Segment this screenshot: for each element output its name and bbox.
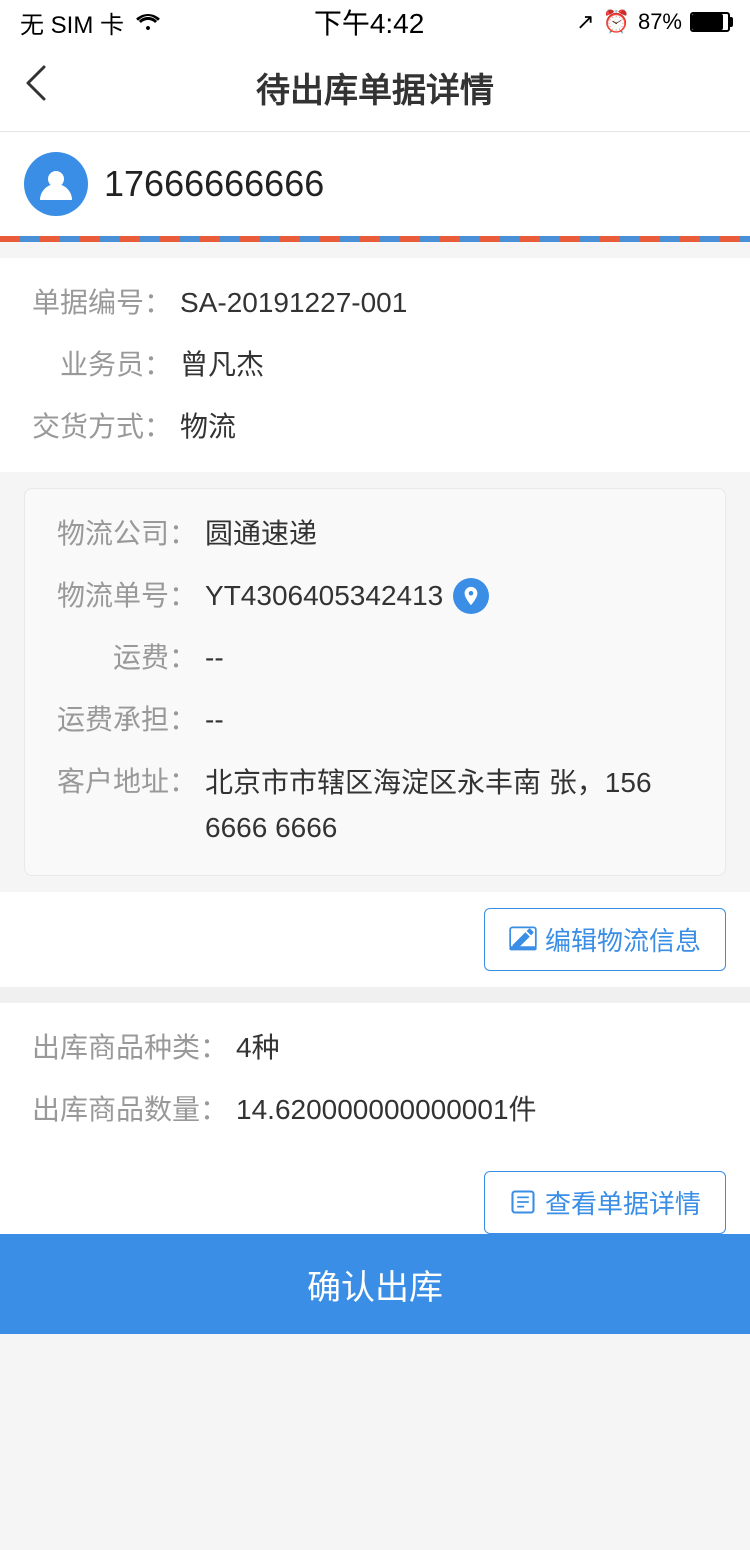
logistics-card: 物流公司： 圆通速递 物流单号： YT4306405342413 运费： -- …	[24, 488, 726, 876]
carrier-text: 无 SIM 卡	[20, 5, 124, 40]
edit-logistics-label: 编辑物流信息	[545, 921, 701, 958]
tracking-map-icon[interactable]	[453, 578, 489, 614]
freight-value: --	[205, 637, 693, 679]
freight-bearer-label: 运费承担：	[57, 699, 197, 741]
nav-bar: 待出库单据详情	[0, 44, 750, 132]
delivery-method-row: 交货方式： 物流	[32, 406, 718, 448]
time-text: 下午4:42	[314, 2, 425, 42]
back-button[interactable]	[24, 63, 48, 112]
sales-person-label: 业务员：	[32, 344, 172, 386]
status-bar: 无 SIM 卡 下午4:42 ↗ ⏰ 87%	[0, 0, 750, 44]
view-detail-button[interactable]: 查看单据详情	[484, 1171, 726, 1234]
edit-logistics-button[interactable]: 编辑物流信息	[484, 908, 726, 971]
status-right: ↗ ⏰ 87%	[576, 9, 730, 35]
address-label: 客户地址：	[57, 761, 197, 803]
sales-person-value: 曾凡杰	[180, 344, 718, 386]
goods-category-row: 出库商品种类： 4种	[32, 1027, 718, 1069]
battery-text: 87%	[638, 9, 682, 35]
tracking-no-value: YT4306405342413	[205, 575, 693, 617]
goods-quantity-value: 14.620000000000001件	[236, 1089, 537, 1131]
logistics-company-label: 物流公司：	[57, 513, 197, 555]
goods-section: 出库商品种类： 4种 出库商品数量： 14.620000000000001件	[0, 1003, 750, 1155]
view-detail-label: 查看单据详情	[545, 1184, 701, 1221]
wifi-icon	[134, 8, 162, 36]
delivery-method-value: 物流	[180, 406, 718, 448]
confirm-button[interactable]: 确认出库	[0, 1234, 750, 1334]
sales-person-row: 业务员： 曾凡杰	[32, 344, 718, 386]
freight-bearer-value: --	[205, 699, 693, 741]
order-info-section: 单据编号： SA-20191227-001 业务员： 曾凡杰 交货方式： 物流	[0, 258, 750, 472]
goods-quantity-row: 出库商品数量： 14.620000000000001件	[32, 1089, 718, 1131]
freight-label: 运费：	[57, 637, 197, 679]
address-row: 客户地址： 北京市市辖区海淀区永丰南 张，156 6666 6666	[57, 761, 693, 851]
logistics-company-row: 物流公司： 圆通速递	[57, 513, 693, 555]
logistics-company-value: 圆通速递	[205, 513, 693, 555]
confirm-button-label: 确认出库	[307, 1260, 443, 1309]
customer-phone: 17666666666	[104, 163, 324, 205]
tracking-no-row: 物流单号： YT4306405342413	[57, 575, 693, 617]
alarm-icon: ⏰	[603, 9, 630, 35]
freight-bearer-row: 运费承担： --	[57, 699, 693, 741]
location-icon: ↗	[576, 9, 594, 35]
tracking-no-label: 物流单号：	[57, 575, 197, 617]
order-no-label: 单据编号：	[32, 282, 172, 324]
goods-category-value: 4种	[236, 1027, 280, 1069]
address-value: 北京市市辖区海淀区永丰南 张，156 6666 6666	[205, 761, 693, 851]
delivery-method-label: 交货方式：	[32, 406, 172, 448]
freight-row: 运费： --	[57, 637, 693, 679]
battery-icon	[690, 12, 730, 32]
dashed-separator	[0, 236, 750, 242]
page-title: 待出库单据详情	[256, 63, 494, 112]
goods-category-label: 出库商品种类：	[32, 1027, 228, 1069]
order-no-row: 单据编号： SA-20191227-001	[32, 282, 718, 324]
section-divider-1	[0, 987, 750, 1003]
avatar	[24, 152, 88, 216]
status-left: 无 SIM 卡	[20, 5, 162, 40]
order-no-value: SA-20191227-001	[180, 282, 718, 324]
goods-quantity-label: 出库商品数量：	[32, 1089, 228, 1131]
edit-btn-container: 编辑物流信息	[0, 892, 750, 987]
customer-header: 17666666666	[0, 132, 750, 236]
